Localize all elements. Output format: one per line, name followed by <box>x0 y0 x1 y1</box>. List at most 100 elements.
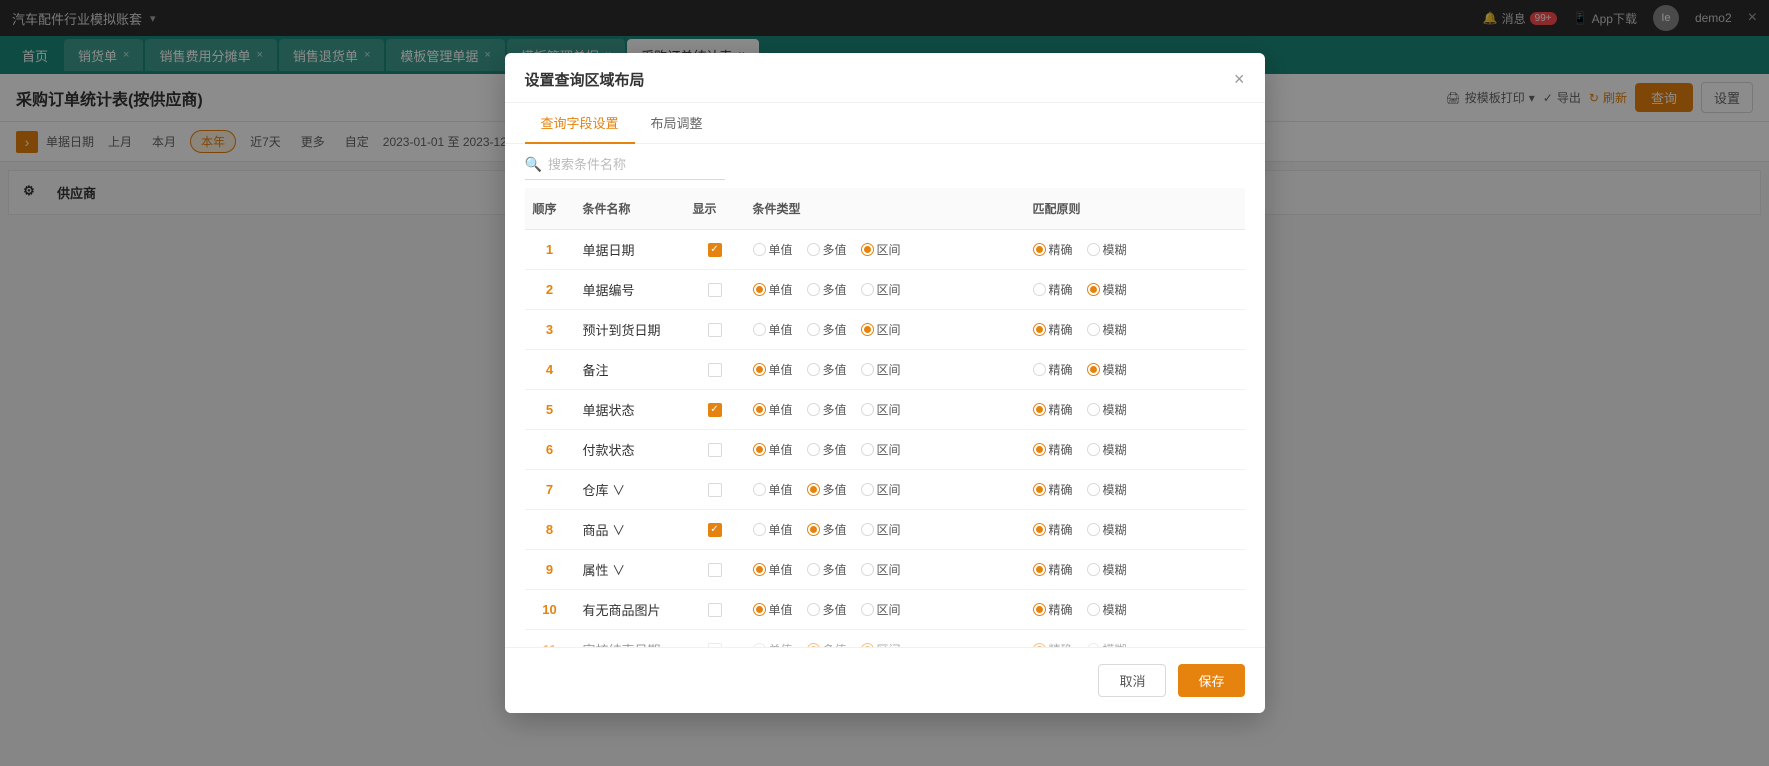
row-4-type-range[interactable]: 区间 <box>861 361 901 378</box>
row-9-type-range[interactable]: 区间 <box>861 561 901 578</box>
row-2-display[interactable] <box>685 279 745 301</box>
row-5-type-range[interactable]: 区间 <box>861 401 901 418</box>
row-1-type-single[interactable]: 单值 <box>753 241 793 258</box>
match-exact-dot <box>1033 283 1046 296</box>
row-5-match-exact[interactable]: 精确 <box>1033 401 1073 418</box>
row-11-match-exact[interactable]: 精确 <box>1033 641 1073 647</box>
save-button[interactable]: 保存 <box>1178 664 1244 697</box>
row-3-match-fuzzy[interactable]: 模糊 <box>1087 321 1127 338</box>
row-8-checkbox[interactable] <box>708 523 722 537</box>
match-exact-dot <box>1033 643 1046 647</box>
row-7-type-multi[interactable]: 多值 <box>807 481 847 498</box>
row-5-checkbox[interactable] <box>708 403 722 417</box>
radio-range-dot <box>861 403 874 416</box>
row-9-checkbox[interactable] <box>708 563 722 577</box>
radio-range-dot <box>861 483 874 496</box>
row-8-match-fuzzy[interactable]: 模糊 <box>1087 521 1127 538</box>
row-5-match-fuzzy[interactable]: 模糊 <box>1087 401 1127 418</box>
row-11-match-fuzzy[interactable]: 模糊 <box>1087 641 1127 647</box>
row-3-type-range[interactable]: 区间 <box>861 321 901 338</box>
row-10-match-fuzzy[interactable]: 模糊 <box>1087 601 1127 618</box>
row-11-display[interactable] <box>685 639 745 648</box>
row-4-display[interactable] <box>685 359 745 381</box>
row-6-type-multi[interactable]: 多值 <box>807 441 847 458</box>
row-3-type-multi[interactable]: 多值 <box>807 321 847 338</box>
row-2-type-single[interactable]: 单值 <box>753 281 793 298</box>
row-9-type-single[interactable]: 单值 <box>753 561 793 578</box>
row-3-type-single[interactable]: 单值 <box>753 321 793 338</box>
row-8-type-range[interactable]: 区间 <box>861 521 901 538</box>
row-11-type-range[interactable]: 区间 <box>861 641 901 647</box>
row-1-match-fuzzy[interactable]: 模糊 <box>1087 241 1127 258</box>
row-6-match-fuzzy[interactable]: 模糊 <box>1087 441 1127 458</box>
tab-layout[interactable]: 布局调整 <box>635 103 719 144</box>
row-2-type-group: 单值 多值 区间 <box>753 281 1017 298</box>
row-7-checkbox[interactable] <box>708 483 722 497</box>
tab-fields[interactable]: 查询字段设置 <box>525 103 635 144</box>
row-6-match-group: 精确 模糊 <box>1033 441 1237 458</box>
cancel-button[interactable]: 取消 <box>1098 664 1166 697</box>
row-9-display[interactable] <box>685 559 745 581</box>
row-6-display[interactable] <box>685 439 745 461</box>
row-3-match-exact[interactable]: 精确 <box>1033 321 1073 338</box>
row-5-type-single[interactable]: 单值 <box>753 401 793 418</box>
row-1-type-multi[interactable]: 多值 <box>807 241 847 258</box>
row-4-type-multi[interactable]: 多值 <box>807 361 847 378</box>
row-10-match-exact[interactable]: 精确 <box>1033 601 1073 618</box>
match-fuzzy-dot <box>1087 283 1100 296</box>
row-8-type-multi[interactable]: 多值 <box>807 521 847 538</box>
row-8-display[interactable] <box>685 519 745 541</box>
row-11-type-multi[interactable]: 多值 <box>807 641 847 647</box>
row-4-match-fuzzy[interactable]: 模糊 <box>1087 361 1127 378</box>
match-fuzzy-dot <box>1087 243 1100 256</box>
row-7-type-range[interactable]: 区间 <box>861 481 901 498</box>
row-3-condition-type: 单值 多值 区间 <box>745 317 1025 342</box>
row-9-match-exact[interactable]: 精确 <box>1033 561 1073 578</box>
row-5-display[interactable] <box>685 399 745 421</box>
row-10-checkbox[interactable] <box>708 603 722 617</box>
row-6-checkbox[interactable] <box>708 443 722 457</box>
row-6-type-range[interactable]: 区间 <box>861 441 901 458</box>
row-10-type-range[interactable]: 区间 <box>861 601 901 618</box>
row-4-match-exact[interactable]: 精确 <box>1033 361 1073 378</box>
dialog-table-header: 顺序 条件名称 显示 条件类型 匹配原则 <box>525 188 1245 230</box>
row-2-match-group: 精确 模糊 <box>1033 281 1237 298</box>
row-8-type-single[interactable]: 单值 <box>753 521 793 538</box>
radio-single-dot <box>753 323 766 336</box>
row-5-condition-type: 单值 多值 区间 <box>745 397 1025 422</box>
row-11-checkbox[interactable] <box>708 643 722 648</box>
row-7-display[interactable] <box>685 479 745 501</box>
search-input[interactable] <box>548 157 725 172</box>
row-7-type-single[interactable]: 单值 <box>753 481 793 498</box>
row-7-match-exact[interactable]: 精确 <box>1033 481 1073 498</box>
row-2-checkbox[interactable] <box>708 283 722 297</box>
row-11-type-single[interactable]: 单值 <box>753 641 793 647</box>
row-2-match-exact[interactable]: 精确 <box>1033 281 1073 298</box>
row-9-type-multi[interactable]: 多值 <box>807 561 847 578</box>
row-10-display[interactable] <box>685 599 745 621</box>
row-2-type-multi[interactable]: 多值 <box>807 281 847 298</box>
row-1-type-range[interactable]: 区间 <box>861 241 901 258</box>
row-2-match-fuzzy[interactable]: 模糊 <box>1087 281 1127 298</box>
match-fuzzy-dot <box>1087 563 1100 576</box>
row-4-type-single[interactable]: 单值 <box>753 361 793 378</box>
row-2-type-range[interactable]: 区间 <box>861 281 901 298</box>
row-10-type-single[interactable]: 单值 <box>753 601 793 618</box>
row-5-type-multi[interactable]: 多值 <box>807 401 847 418</box>
row-4-checkbox[interactable] <box>708 363 722 377</box>
row-7-match-fuzzy[interactable]: 模糊 <box>1087 481 1127 498</box>
dialog-close-button[interactable]: × <box>1234 69 1245 90</box>
row-10-condition-type: 单值 多值 区间 <box>745 597 1025 622</box>
row-10-type-multi[interactable]: 多值 <box>807 601 847 618</box>
row-9-match-group: 精确 模糊 <box>1033 561 1237 578</box>
row-2-name: 单据编号 <box>575 276 685 303</box>
row-1-display[interactable] <box>685 239 745 261</box>
row-3-display[interactable] <box>685 319 745 341</box>
row-6-type-single[interactable]: 单值 <box>753 441 793 458</box>
row-1-match-exact[interactable]: 精确 <box>1033 241 1073 258</box>
row-8-match-exact[interactable]: 精确 <box>1033 521 1073 538</box>
row-1-checkbox[interactable] <box>708 243 722 257</box>
row-9-match-fuzzy[interactable]: 模糊 <box>1087 561 1127 578</box>
row-6-match-exact[interactable]: 精确 <box>1033 441 1073 458</box>
row-3-checkbox[interactable] <box>708 323 722 337</box>
